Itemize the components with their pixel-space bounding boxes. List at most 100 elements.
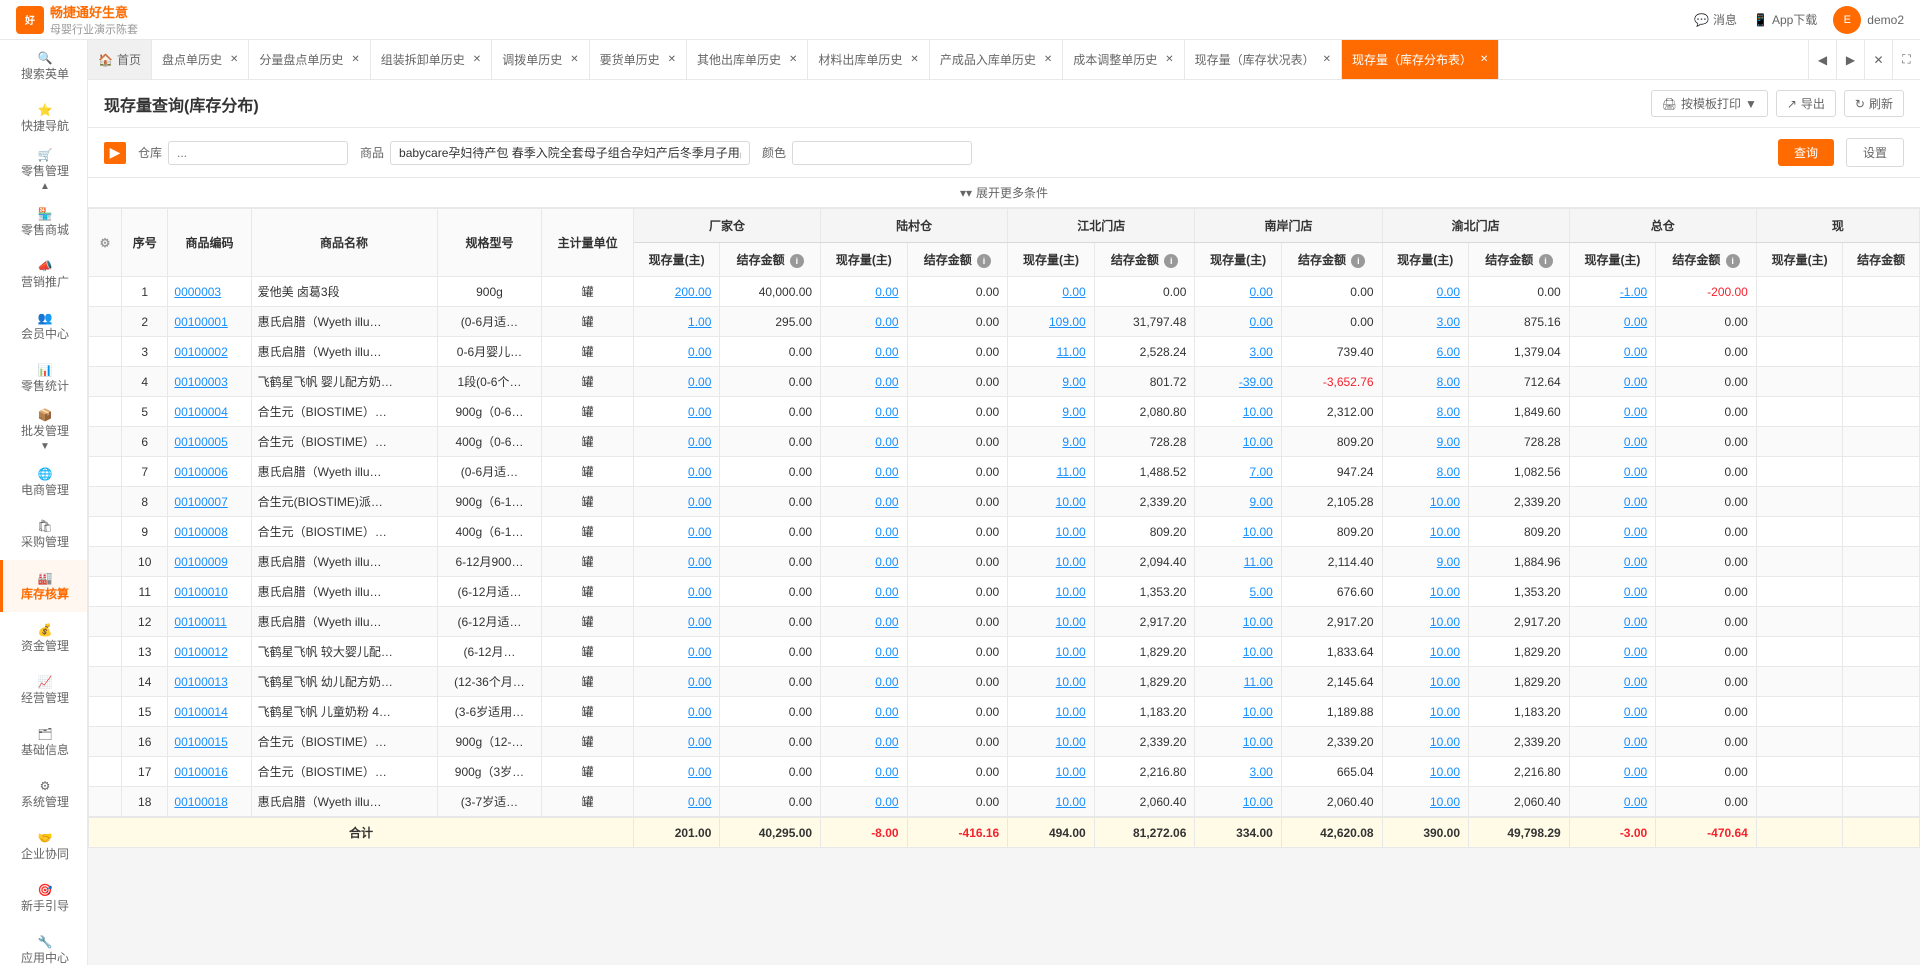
sidebar-item-search[interactable]: 🔍 搜索英单 xyxy=(0,40,87,92)
sidebar-label-wholesale: 批发管理 xyxy=(21,422,69,439)
print-btn[interactable]: 🖨 按模板打印 ▼ xyxy=(1651,90,1768,117)
export-icon: ↗ xyxy=(1787,97,1797,111)
sidebar-item-system[interactable]: ⚙ 系统管理 xyxy=(0,768,87,820)
tab-close-material-out[interactable]: ✕ xyxy=(910,54,918,65)
sidebar-label-mall: 零售商城 xyxy=(21,221,69,238)
col-zc-qty: 现存量(主) xyxy=(1569,243,1655,277)
col-spec: 规格型号 xyxy=(437,209,542,277)
table-row: 700100006惠氏启腊（Wyeth illu…(0-6月适…罐0.000.0… xyxy=(89,457,1920,487)
col-no: 序号 xyxy=(122,209,168,277)
info-icon-jb[interactable]: i xyxy=(1164,254,1178,268)
tab-stock-dist[interactable]: 现存量（库存分布表） ✕ xyxy=(1342,40,1499,80)
filter-row2: ▾▾ 展开更多条件 xyxy=(88,178,1920,208)
sidebar-item-wholesale[interactable]: 📦 批发管理 ▼ xyxy=(0,404,87,456)
sidebar-item-retail-mall[interactable]: 🏪 零售商城 xyxy=(0,196,87,248)
msg-icon: 💬 xyxy=(1694,13,1709,27)
logo-subtitle: 母婴行业演示陈套 xyxy=(50,21,138,37)
tab-product-in[interactable]: 产成品入库单历史 ✕ xyxy=(930,40,1063,80)
tab-close-other-out[interactable]: ✕ xyxy=(789,54,797,65)
export-btn[interactable]: ↗ 导出 xyxy=(1776,90,1836,117)
tab-close-product-in[interactable]: ✕ xyxy=(1044,54,1052,65)
col-group-lc: 陆村仓 xyxy=(821,209,1008,243)
sidebar-item-inventory[interactable]: 🏭 库存核算 xyxy=(0,560,87,612)
tab-stock-count[interactable]: 盘点单历史 ✕ xyxy=(152,40,249,80)
sidebar-label-ecommerce: 电商管理 xyxy=(21,481,69,498)
tab-stock-status-label: 现存量（库存状况表） xyxy=(1195,51,1315,68)
tab-home[interactable]: 🏠 首页 xyxy=(88,40,152,80)
info-icon-gc[interactable]: i xyxy=(790,254,804,268)
goods-input[interactable] xyxy=(390,141,750,165)
apps-icon: 🔧 xyxy=(38,935,53,949)
tab-close-requisition[interactable]: ✕ xyxy=(668,54,676,65)
wholesale-arrow-icon: ▼ xyxy=(40,441,50,452)
sidebar-item-nav[interactable]: ⭐ 快捷导航 xyxy=(0,92,87,144)
table-row: 1600100015合生元（BIOSTIME）…900g（12-…罐0.000.… xyxy=(89,727,1920,757)
tab-close-stock-dist[interactable]: ✕ xyxy=(1480,54,1488,65)
sidebar-item-ecommerce[interactable]: 🌐 电商管理 xyxy=(0,456,87,508)
table-row: 10000003爱他美 卤葛3段900g罐200.0040,000.000.00… xyxy=(89,277,1920,307)
sidebar-label-member: 会员中心 xyxy=(21,325,69,342)
expand-conditions-btn[interactable]: ▾▾ 展开更多条件 xyxy=(960,184,1048,201)
tab-assembly[interactable]: 组装拆卸单历史 ✕ xyxy=(371,40,492,80)
sidebar-item-marketing[interactable]: 📣 营销推广 xyxy=(0,248,87,300)
sidebar-item-purchase[interactable]: 🛍 采购管理 xyxy=(0,508,87,560)
basic-icon: 🗂 xyxy=(37,727,52,741)
sidebar-label-inventory: 库存核算 xyxy=(21,585,69,602)
tab-close-all-btn[interactable]: ✕ xyxy=(1864,40,1892,80)
color-input[interactable] xyxy=(792,141,972,165)
tab-material-out[interactable]: 材料出库单历史 ✕ xyxy=(808,40,929,80)
info-icon-lc[interactable]: i xyxy=(977,254,991,268)
tab-close-sub-stock[interactable]: ✕ xyxy=(351,54,359,65)
sidebar-item-finance[interactable]: 💰 资金管理 xyxy=(0,612,87,664)
app-download-btn[interactable]: 📱 App下载 xyxy=(1753,11,1817,28)
tab-close-assembly[interactable]: ✕ xyxy=(473,54,481,65)
tab-close-cost-adjust[interactable]: ✕ xyxy=(1165,54,1173,65)
refresh-btn[interactable]: ↻ 刷新 xyxy=(1844,90,1904,117)
home-icon: 🏠 xyxy=(98,53,113,67)
tab-close-stock-count[interactable]: ✕ xyxy=(230,54,238,65)
tab-stock-status[interactable]: 现存量（库存状况表） ✕ xyxy=(1185,40,1342,80)
app-icon: 📱 xyxy=(1753,13,1768,27)
table-row: 1500100014飞鹤星飞帆 儿童奶粉 4…(3-6岁适用…罐0.000.00… xyxy=(89,697,1920,727)
query-btn[interactable]: 查询 xyxy=(1778,139,1834,166)
sidebar-item-collab[interactable]: 🤝 企业协同 xyxy=(0,820,87,872)
logo-icon: 好 xyxy=(16,6,44,34)
filter-expand-btn[interactable]: ▶ xyxy=(104,142,126,164)
table-row: 1300100012飞鹤星飞帆 较大婴儿配…(6-12月…罐0.000.000.… xyxy=(89,637,1920,667)
col-yb-qty: 现存量(主) xyxy=(1382,243,1468,277)
tab-close-stock-status[interactable]: ✕ xyxy=(1323,54,1331,65)
tab-prev-btn[interactable]: ◀ xyxy=(1808,40,1836,80)
tab-requisition[interactable]: 要货单历史 ✕ xyxy=(590,40,687,80)
tab-close-transfer[interactable]: ✕ xyxy=(570,54,578,65)
sidebar-item-apps[interactable]: 🔧 应用中心 xyxy=(0,924,87,965)
table-settings-icon[interactable]: ⚙ xyxy=(95,233,115,253)
msg-btn[interactable]: 💬 消息 xyxy=(1694,11,1737,28)
username: demo2 xyxy=(1867,13,1904,27)
table-row: 1700100016合生元（BIOSTIME）…900g（3岁…罐0.000.0… xyxy=(89,757,1920,787)
tab-other-out[interactable]: 其他出库单历史 ✕ xyxy=(687,40,808,80)
warehouse-input[interactable] xyxy=(168,141,348,165)
sidebar-item-member[interactable]: 👥 会员中心 xyxy=(0,300,87,352)
info-icon-zc[interactable]: i xyxy=(1726,254,1740,268)
settings-btn[interactable]: 设置 xyxy=(1846,138,1904,167)
tab-cost-adjust[interactable]: 成本调整单历史 ✕ xyxy=(1063,40,1184,80)
page-header: 现存量查询(库存分布) 🖨 按模板打印 ▼ ↗ 导出 ↻ 刷新 xyxy=(88,80,1920,128)
tab-expand-btn[interactable]: ⛶ xyxy=(1892,40,1920,80)
tab-sub-stock-count[interactable]: 分量盘点单历史 ✕ xyxy=(249,40,370,80)
col-settings[interactable]: ⚙ xyxy=(89,209,122,277)
info-icon-yb[interactable]: i xyxy=(1539,254,1553,268)
sidebar: 🔍 搜索英单 ⭐ 快捷导航 🛒 零售管理 ▲ 🏪 零售商城 📣 营销推广 👥 会… xyxy=(0,40,88,965)
tab-transfer[interactable]: 调拨单历史 ✕ xyxy=(492,40,589,80)
sidebar-item-retail-stats[interactable]: 📊 零售统计 xyxy=(0,352,87,404)
info-icon-na[interactable]: i xyxy=(1351,254,1365,268)
sidebar-item-guide[interactable]: 🎯 新手引导 xyxy=(0,872,87,924)
sidebar-item-retail-mgmt[interactable]: 🛒 零售管理 ▲ xyxy=(0,144,87,196)
inventory-icon: 🏭 xyxy=(38,571,53,585)
top-bar-left: 好 畅捷通好生意 母婴行业演示陈套 xyxy=(16,2,138,37)
user-area[interactable]: E demo2 xyxy=(1833,6,1904,34)
sidebar-label-collab: 企业协同 xyxy=(21,845,69,862)
tab-next-btn[interactable]: ▶ xyxy=(1836,40,1864,80)
sidebar-item-ops[interactable]: 📈 经营管理 xyxy=(0,664,87,716)
sidebar-item-basic[interactable]: 🗂 基础信息 xyxy=(0,716,87,768)
table-row: 300100002惠氏启腊（Wyeth illu…0-6月婴儿…罐0.000.0… xyxy=(89,337,1920,367)
